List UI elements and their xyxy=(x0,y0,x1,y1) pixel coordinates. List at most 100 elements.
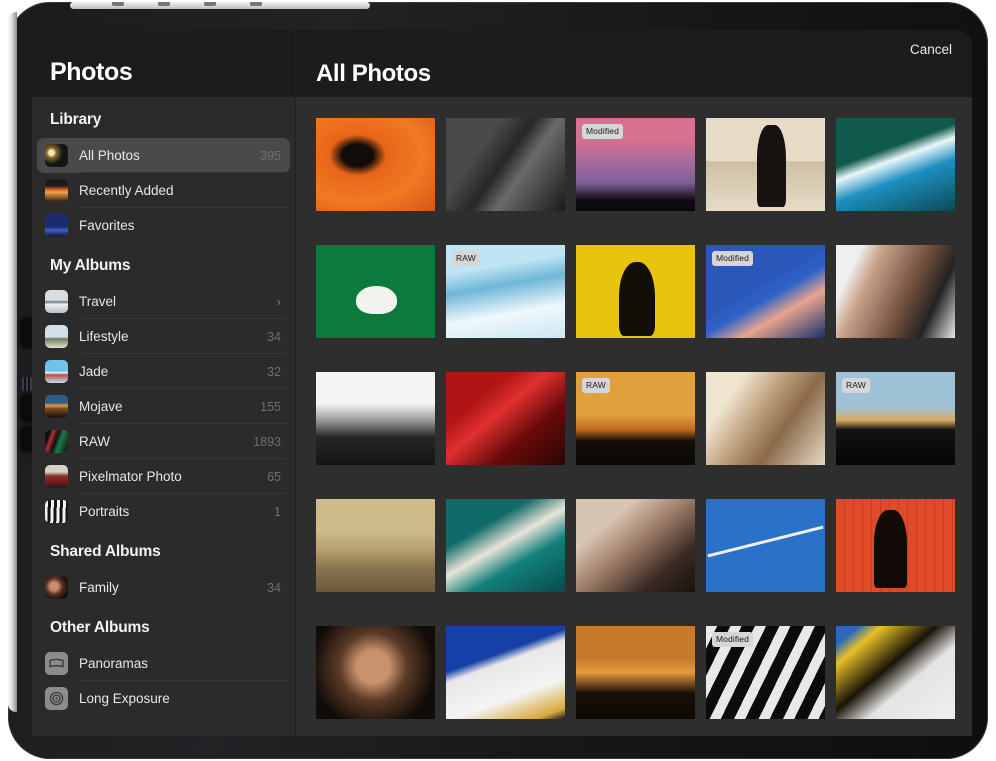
raw-badge: RAW xyxy=(452,251,480,266)
photo-thumbnail-afro-portrait-yellow[interactable] xyxy=(576,245,695,338)
photo-thumbnail-white-umbrella-green[interactable] xyxy=(316,245,435,338)
sidebar-section-heading: My Albums xyxy=(32,243,295,284)
photo-thumbnail-mountain-dusk-silhouette[interactable]: RAW xyxy=(836,372,955,465)
album-thumbnail-family xyxy=(45,576,68,599)
sidebar-scroll-area[interactable]: LibraryAll Photos395Recently AddedFavori… xyxy=(32,97,295,736)
main-header: Cancel All Photos xyxy=(296,30,972,97)
sidebar-item-pixelmator-photo[interactable]: Pixelmator Photo65 xyxy=(37,459,290,494)
photo-thumbnail-silhouette-orange-fence[interactable] xyxy=(836,499,955,592)
sidebar-section-heading: Shared Albums xyxy=(32,529,295,570)
photo-grid[interactable]: Modified RAW Modified RAW RAW Modified xyxy=(296,97,972,736)
sidebar-item-recently-added[interactable]: Recently Added xyxy=(37,173,290,208)
page-title: Photos xyxy=(50,58,132,87)
photo-thumbnail-walking-orange-hallway[interactable] xyxy=(576,626,695,719)
sidebar-item-panoramas[interactable]: Panoramas xyxy=(37,646,290,681)
photo-thumbnail-skateboarder-teal[interactable] xyxy=(446,499,565,592)
sidebar-item-label: Favorites xyxy=(79,218,281,233)
photo-thumbnail-ocean-wave-aerial[interactable] xyxy=(836,118,955,211)
modified-badge: Modified xyxy=(712,632,753,647)
album-thumbnail-lifestyle xyxy=(45,325,68,348)
sidebar-item-favorites[interactable]: Favorites xyxy=(37,208,290,243)
sidebar-item-label: Pixelmator Photo xyxy=(79,469,267,484)
photo-thumbnail-closeup-face-portrait[interactable] xyxy=(576,499,695,592)
sidebar-item-count: 34 xyxy=(267,330,281,344)
photo-grid-row: Modified xyxy=(316,626,972,719)
photo-thumbnail-pink-clouds-skyline[interactable]: Modified xyxy=(576,118,695,211)
album-thumbnail-travel xyxy=(45,290,68,313)
sidebar-item-label: All Photos xyxy=(79,148,260,163)
tablet-device-frame: Photos LibraryAll Photos395Recently Adde… xyxy=(8,2,988,759)
photo-thumbnail-city-skyline-sunset[interactable]: RAW xyxy=(576,372,695,465)
sidebar-item-label: Travel xyxy=(79,294,277,309)
sidebar-item-travel[interactable]: Travel› xyxy=(37,284,290,319)
photo-grid-row xyxy=(316,499,972,592)
sidebar-item-label: Recently Added xyxy=(79,183,281,198)
chevron-right-icon[interactable]: › xyxy=(277,295,281,308)
album-thumbnail-portraits xyxy=(45,500,68,523)
sidebar-item-long-exposure[interactable]: Long Exposure xyxy=(37,681,290,716)
photo-thumbnail-red-light-portrait[interactable] xyxy=(446,372,565,465)
sidebar-section-heading: Other Albums xyxy=(32,605,295,646)
photo-grid-row: Modified xyxy=(316,118,972,211)
sidebar-item-jade[interactable]: Jade32 xyxy=(37,354,290,389)
photo-thumbnail-cyclist-ice-cave[interactable]: RAW xyxy=(446,245,565,338)
sidebar-item-label: Portraits xyxy=(79,504,274,519)
modified-badge: Modified xyxy=(712,251,753,266)
album-thumbnail-recently-added xyxy=(45,179,68,202)
device-antenna-pin xyxy=(204,2,216,6)
photo-thumbnail-crosswalk-shadow-stripes[interactable]: Modified xyxy=(706,626,825,719)
album-thumbnail-favorites xyxy=(45,214,68,237)
sidebar-item-label: Family xyxy=(79,580,267,595)
sidebar-item-label: Long Exposure xyxy=(79,691,281,706)
long-exposure-icon xyxy=(45,687,68,710)
main-title: All Photos xyxy=(316,60,431,88)
photo-thumbnail-dune-minimal-bw[interactable] xyxy=(316,372,435,465)
photo-thumbnail-sand-ridge-texture[interactable] xyxy=(706,372,825,465)
photo-thumbnail-woman-striped-shadow[interactable] xyxy=(836,245,955,338)
sidebar-item-label: RAW xyxy=(79,434,253,449)
device-left-edge xyxy=(8,12,17,712)
sidebar-item-count: 34 xyxy=(267,581,281,595)
photo-thumbnail-white-building-blue-sky[interactable] xyxy=(446,626,565,719)
device-antenna-pin xyxy=(112,2,124,6)
sidebar-header: Photos xyxy=(32,30,295,97)
album-thumbnail-mojave xyxy=(45,395,68,418)
raw-badge: RAW xyxy=(582,378,610,393)
photo-thumbnail-woman-field-grass[interactable] xyxy=(316,499,435,592)
sidebar-item-label: Jade xyxy=(79,364,267,379)
album-thumbnail-jade xyxy=(45,360,68,383)
sidebar-item-mojave[interactable]: Mojave155 xyxy=(37,389,290,424)
panorama-icon xyxy=(45,652,68,675)
sidebar-item-label: Lifestyle xyxy=(79,329,267,344)
photo-grid-row: RAW Modified xyxy=(316,245,972,338)
cancel-button[interactable]: Cancel xyxy=(910,42,952,57)
photo-grid-row: RAW RAW xyxy=(316,372,972,465)
main-content: Cancel All Photos ModifiedRAWModifiedRAW… xyxy=(296,30,972,736)
album-thumbnail-raw xyxy=(45,430,68,453)
sidebar-item-family[interactable]: Family34 xyxy=(37,570,290,605)
album-thumbnail-all-photos xyxy=(45,144,68,167)
album-thumbnail-pixelmator xyxy=(45,465,68,488)
photo-thumbnail-portrait-profile-bw[interactable] xyxy=(446,118,565,211)
sidebar-item-count: 65 xyxy=(267,470,281,484)
photo-thumbnail-yellow-white-texture[interactable] xyxy=(836,626,955,719)
sidebar-item-all-photos[interactable]: All Photos395 xyxy=(37,138,290,173)
sidebar-item-label: Mojave xyxy=(79,399,260,414)
photo-thumbnail-blue-architecture[interactable]: Modified xyxy=(706,245,825,338)
sidebar-item-portraits[interactable]: Portraits1 xyxy=(37,494,290,529)
device-antenna-pin xyxy=(158,2,170,6)
sidebar-item-count: 395 xyxy=(260,149,281,163)
photo-thumbnail-tennis-court-aerial[interactable] xyxy=(706,499,825,592)
speaker-grill-icon xyxy=(22,377,32,391)
raw-badge: RAW xyxy=(842,378,870,393)
photo-thumbnail-curly-hair-portrait[interactable] xyxy=(316,626,435,719)
sidebar-item-raw[interactable]: RAW1893 xyxy=(37,424,290,459)
photos-app-screen: Photos LibraryAll Photos395Recently Adde… xyxy=(32,30,972,736)
photo-thumbnail-woman-silhouette-wall[interactable] xyxy=(706,118,825,211)
sidebar-item-count: 1893 xyxy=(253,435,281,449)
sidebar-item-count: 32 xyxy=(267,365,281,379)
photo-thumbnail-desert-dunes-orange[interactable] xyxy=(316,118,435,211)
sidebar-item-lifestyle[interactable]: Lifestyle34 xyxy=(37,319,290,354)
sidebar-section-heading: Library xyxy=(32,97,295,138)
sidebar-item-count: 155 xyxy=(260,400,281,414)
